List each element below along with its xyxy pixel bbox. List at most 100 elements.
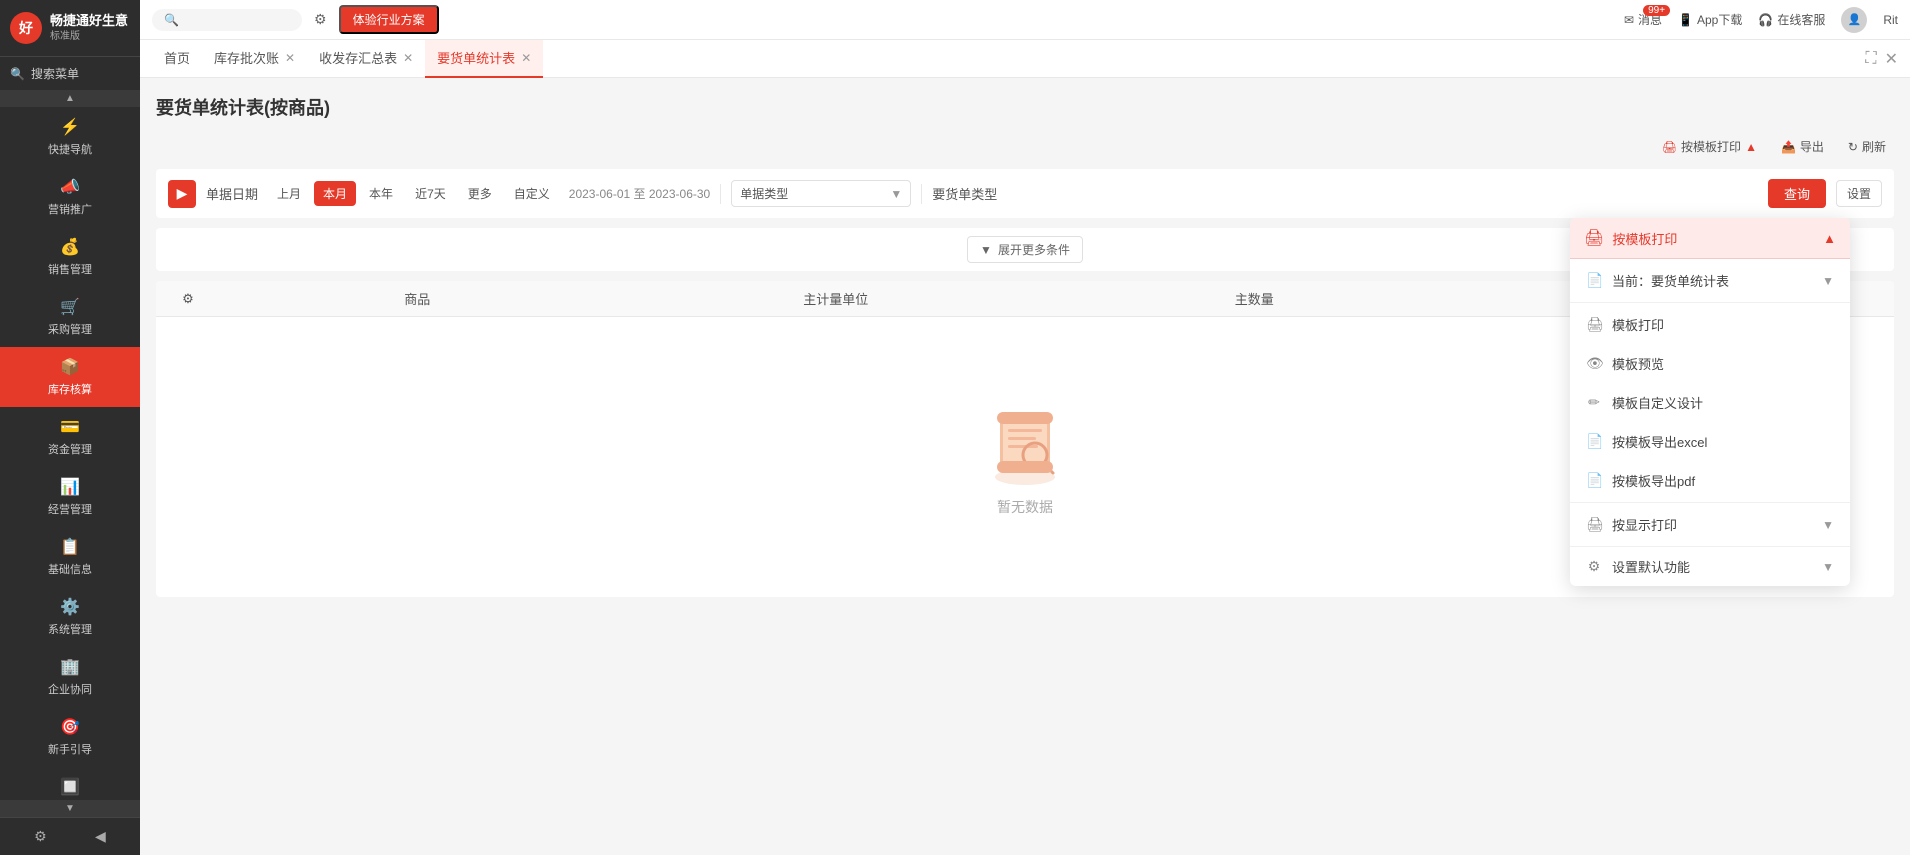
type-select[interactable]: 单据类型 ▼ (731, 180, 911, 207)
sidebar-item-marketing[interactable]: 📣 营销推广 (0, 167, 140, 227)
sidebar-item-newbie[interactable]: 🎯 新手引导 (0, 707, 140, 767)
template-preview-item[interactable]: 👁 模板预览 (1570, 344, 1850, 383)
sidebar-item-enterprise[interactable]: 🏢 企业协同 (0, 647, 140, 707)
col-quantity: 主数量 (1045, 289, 1464, 308)
sidebar-item-appstore[interactable]: 🔲 应用中心 (0, 767, 140, 800)
sidebar-item-label: 基础信息 (48, 561, 92, 577)
set-default-icon: ⚙ (1586, 558, 1602, 575)
sidebar-item-purchase[interactable]: 🛒 采购管理 (0, 287, 140, 347)
template-export-excel-item[interactable]: 📄 按模板导出excel (1570, 422, 1850, 461)
finance-icon: 💳 (60, 417, 80, 437)
tab-receipt-summary-label: 收发存汇总表 (319, 48, 397, 67)
sidebar-footer: ⚙ ◀ (0, 817, 140, 855)
refresh-label: 刷新 (1862, 138, 1886, 155)
sidebar-item-label: 销售管理 (48, 261, 92, 277)
topbar-search-icon: 🔍 (164, 13, 179, 27)
online-service-label: 在线客服 (1777, 11, 1825, 28)
tab-order-stats[interactable]: 要货单统计表 ✕ (425, 40, 543, 78)
settings-footer-btn[interactable]: ⚙ (34, 828, 47, 845)
sound-footer-btn[interactable]: ◀ (95, 828, 106, 845)
display-print-icon: 🖨 (1586, 516, 1602, 533)
custom-date-btn[interactable]: 自定义 (505, 181, 559, 206)
sidebar-item-quick-nav[interactable]: ⚡ 快捷导航 (0, 107, 140, 167)
template-print-item[interactable]: 🖨 模板打印 (1570, 305, 1850, 344)
tab-close-all-btn[interactable]: ✕ (1885, 49, 1898, 69)
expand-more-btn[interactable]: ▼ 展开更多条件 (967, 236, 1083, 263)
sidebar-item-inventory[interactable]: 📦 库存核算 (0, 347, 140, 407)
sidebar-search[interactable]: 🔍 搜索菜单 (0, 57, 140, 90)
prev-month-btn[interactable]: 上月 (268, 181, 310, 206)
col-unit: 主计量单位 (627, 289, 1046, 308)
service-icon: 🎧 (1758, 13, 1773, 27)
col-settings[interactable]: ⚙ (168, 291, 208, 307)
sidebar-item-basic[interactable]: 📋 基础信息 (0, 527, 140, 587)
tab-maximize-btn[interactable]: ⛶ (1865, 50, 1876, 68)
set-default-item[interactable]: ⚙ 设置默认功能 ▼ (1570, 547, 1850, 586)
sidebar-item-operations[interactable]: 📊 经营管理 (0, 467, 140, 527)
download-icon: 📱 (1678, 13, 1693, 27)
expand-icon: ▼ (980, 243, 992, 257)
tab-inventory-batch-label: 库存批次账 (214, 48, 279, 67)
tab-order-stats-close[interactable]: ✕ (521, 51, 531, 65)
filter-expand-btn[interactable]: ▶ (168, 180, 196, 208)
sidebar-scroll-down[interactable]: ▼ (0, 800, 140, 817)
sidebar-item-sales[interactable]: 💰 销售管理 (0, 227, 140, 287)
sidebar-logo: 好 畅捷通好生意 标准版 (0, 0, 140, 57)
sidebar-item-finance[interactable]: 💳 资金管理 (0, 407, 140, 467)
print-up-arrow: ▲ (1745, 140, 1757, 154)
last-7-days-btn[interactable]: 近7天 (406, 181, 455, 206)
topbar-gear-btn[interactable]: ⚙ (314, 11, 327, 28)
template-export-excel-icon: 📄 (1586, 433, 1602, 450)
display-print-label: 按显示打印 (1612, 515, 1677, 534)
tab-receipt-summary[interactable]: 收发存汇总表 ✕ (307, 40, 425, 78)
sidebar-item-label: 企业协同 (48, 681, 92, 697)
template-export-excel-label: 按模板导出excel (1612, 432, 1707, 451)
type-select-label: 单据类型 (740, 185, 788, 202)
username-label: Rit (1883, 13, 1898, 27)
current-year-btn[interactable]: 本年 (360, 181, 402, 206)
filter-divider2 (921, 184, 922, 204)
tab-inventory-batch-close[interactable]: ✕ (285, 51, 295, 65)
current-month-btn[interactable]: 本月 (314, 181, 356, 206)
empty-text: 暂无数据 (997, 497, 1053, 517)
sidebar-item-label: 营销推广 (48, 201, 92, 217)
print-icon: 🖨 (1662, 140, 1677, 154)
sidebar-item-system[interactable]: ⚙️ 系统管理 (0, 587, 140, 647)
display-print-item[interactable]: 🖨 按显示打印 ▼ (1570, 505, 1850, 544)
quick-nav-icon: ⚡ (60, 117, 80, 137)
refresh-btn[interactable]: ↻ 刷新 (1840, 134, 1894, 159)
newbie-icon: 🎯 (60, 717, 80, 737)
dropdown-header[interactable]: 🖨 按模板打印 ▲ (1570, 218, 1850, 259)
template-export-pdf-item[interactable]: 📄 按模板导出pdf (1570, 461, 1850, 500)
set-default-label: 设置默认功能 (1612, 557, 1690, 576)
enterprise-icon: 🏢 (60, 657, 80, 677)
dropdown-print-icon: 🖨 (1584, 228, 1604, 248)
sidebar-item-label: 系统管理 (48, 621, 92, 637)
sidebar-scroll-up[interactable]: ▲ (0, 90, 140, 107)
query-btn[interactable]: 查询 (1768, 179, 1826, 208)
user-avatar[interactable]: 👤 (1841, 7, 1867, 33)
messages-btn[interactable]: ✉ 消息 99+ (1624, 11, 1662, 28)
settings-btn[interactable]: 设置 (1836, 180, 1882, 207)
template-print-label: 模板打印 (1612, 315, 1664, 334)
current-template-item[interactable]: 📄 当前：要货单统计表 ▼ (1570, 261, 1850, 300)
export-btn[interactable]: 📤 导出 (1773, 134, 1832, 159)
trial-btn[interactable]: 体验行业方案 (339, 5, 439, 34)
online-service-btn[interactable]: 🎧 在线客服 (1758, 11, 1825, 28)
logo-sub: 标准版 (50, 30, 128, 43)
dropdown-close-arrow[interactable]: ▲ (1823, 231, 1836, 246)
sidebar-item-label: 快捷导航 (48, 141, 92, 157)
more-date-btn[interactable]: 更多 (459, 181, 501, 206)
tab-inventory-batch[interactable]: 库存批次账 ✕ (202, 40, 307, 78)
tab-receipt-summary-close[interactable]: ✕ (403, 51, 413, 65)
export-icon: 📤 (1781, 140, 1796, 154)
template-customize-icon: ✏ (1586, 394, 1602, 411)
logo-main: 畅捷通好生意 (50, 13, 128, 30)
template-customize-item[interactable]: ✏ 模板自定义设计 (1570, 383, 1850, 422)
print-template-btn[interactable]: 🖨 按模板打印 ▲ (1654, 134, 1765, 159)
tab-home[interactable]: 首页 (152, 40, 202, 78)
app-download-btn[interactable]: 📱 App下载 (1678, 11, 1742, 28)
top-right-actions: 🖨 按模板打印 ▲ 📤 导出 ↻ 刷新 (156, 134, 1894, 159)
topbar-search[interactable]: 🔍 (152, 9, 302, 31)
sidebar-item-label: 新手引导 (48, 741, 92, 757)
